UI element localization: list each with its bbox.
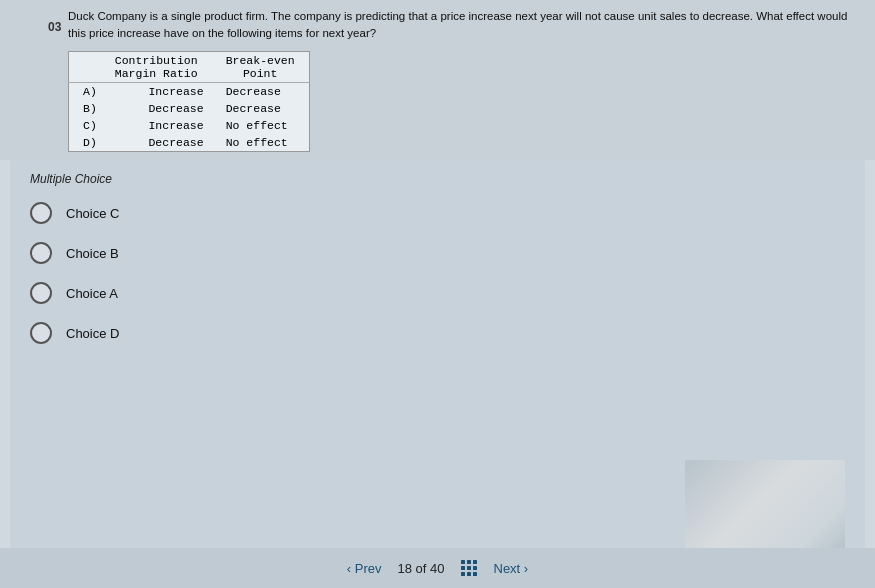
question-number: 03 bbox=[48, 20, 61, 34]
table-col1-header: Contribution Margin Ratio bbox=[101, 51, 212, 82]
row-c-col1: Increase bbox=[101, 117, 212, 134]
prev-button[interactable]: ‹ Prev bbox=[347, 561, 382, 576]
row-letter-a: A) bbox=[69, 82, 101, 100]
prev-label[interactable]: Prev bbox=[355, 561, 382, 576]
multiple-choice-section: Multiple Choice Choice C Choice B Choice… bbox=[10, 160, 865, 548]
row-d-col1: Decrease bbox=[101, 134, 212, 152]
table-row: C) Increase No effect bbox=[69, 117, 310, 134]
table-row: B) Decrease Decrease bbox=[69, 100, 310, 117]
answer-table: Contribution Margin Ratio Break-even Poi… bbox=[68, 51, 310, 152]
table-row: D) Decrease No effect bbox=[69, 134, 310, 152]
choice-a-text: Choice A bbox=[66, 286, 118, 301]
table-empty-header bbox=[69, 51, 101, 82]
next-button[interactable]: Next › bbox=[494, 561, 529, 576]
next-label[interactable]: Next bbox=[494, 561, 521, 576]
choice-b-text: Choice B bbox=[66, 246, 119, 261]
row-c-col2: No effect bbox=[212, 117, 310, 134]
row-a-col2: Decrease bbox=[212, 82, 310, 100]
choice-d-item[interactable]: Choice D bbox=[30, 322, 845, 344]
choice-b-item[interactable]: Choice B bbox=[30, 242, 845, 264]
row-d-col2: No effect bbox=[212, 134, 310, 152]
choice-d-radio[interactable] bbox=[30, 322, 52, 344]
choice-a-item[interactable]: Choice A bbox=[30, 282, 845, 304]
next-chevron: › bbox=[524, 561, 528, 576]
choice-a-radio[interactable] bbox=[30, 282, 52, 304]
table-row: A) Increase Decrease bbox=[69, 82, 310, 100]
multiple-choice-label: Multiple Choice bbox=[30, 172, 845, 186]
choice-c-radio[interactable] bbox=[30, 202, 52, 224]
question-area: 03 Duck Company is a single product firm… bbox=[0, 0, 875, 160]
row-letter-d: D) bbox=[69, 134, 101, 152]
row-letter-b: B) bbox=[69, 100, 101, 117]
choice-d-text: Choice D bbox=[66, 326, 119, 341]
row-letter-c: C) bbox=[69, 117, 101, 134]
choice-b-radio[interactable] bbox=[30, 242, 52, 264]
question-text: Duck Company is a single product firm. T… bbox=[68, 8, 855, 43]
choice-c-item[interactable]: Choice C bbox=[30, 202, 845, 224]
row-b-col1: Decrease bbox=[101, 100, 212, 117]
table-col2-header: Break-even Point bbox=[212, 51, 310, 82]
grid-icon[interactable] bbox=[461, 560, 478, 577]
row-b-col2: Decrease bbox=[212, 100, 310, 117]
bottom-navigation: ‹ Prev 18 of 40 Next › bbox=[0, 548, 875, 588]
prev-chevron: ‹ bbox=[347, 561, 351, 576]
page-info: 18 of 40 bbox=[398, 561, 445, 576]
choice-c-text: Choice C bbox=[66, 206, 119, 221]
row-a-col1: Increase bbox=[101, 82, 212, 100]
